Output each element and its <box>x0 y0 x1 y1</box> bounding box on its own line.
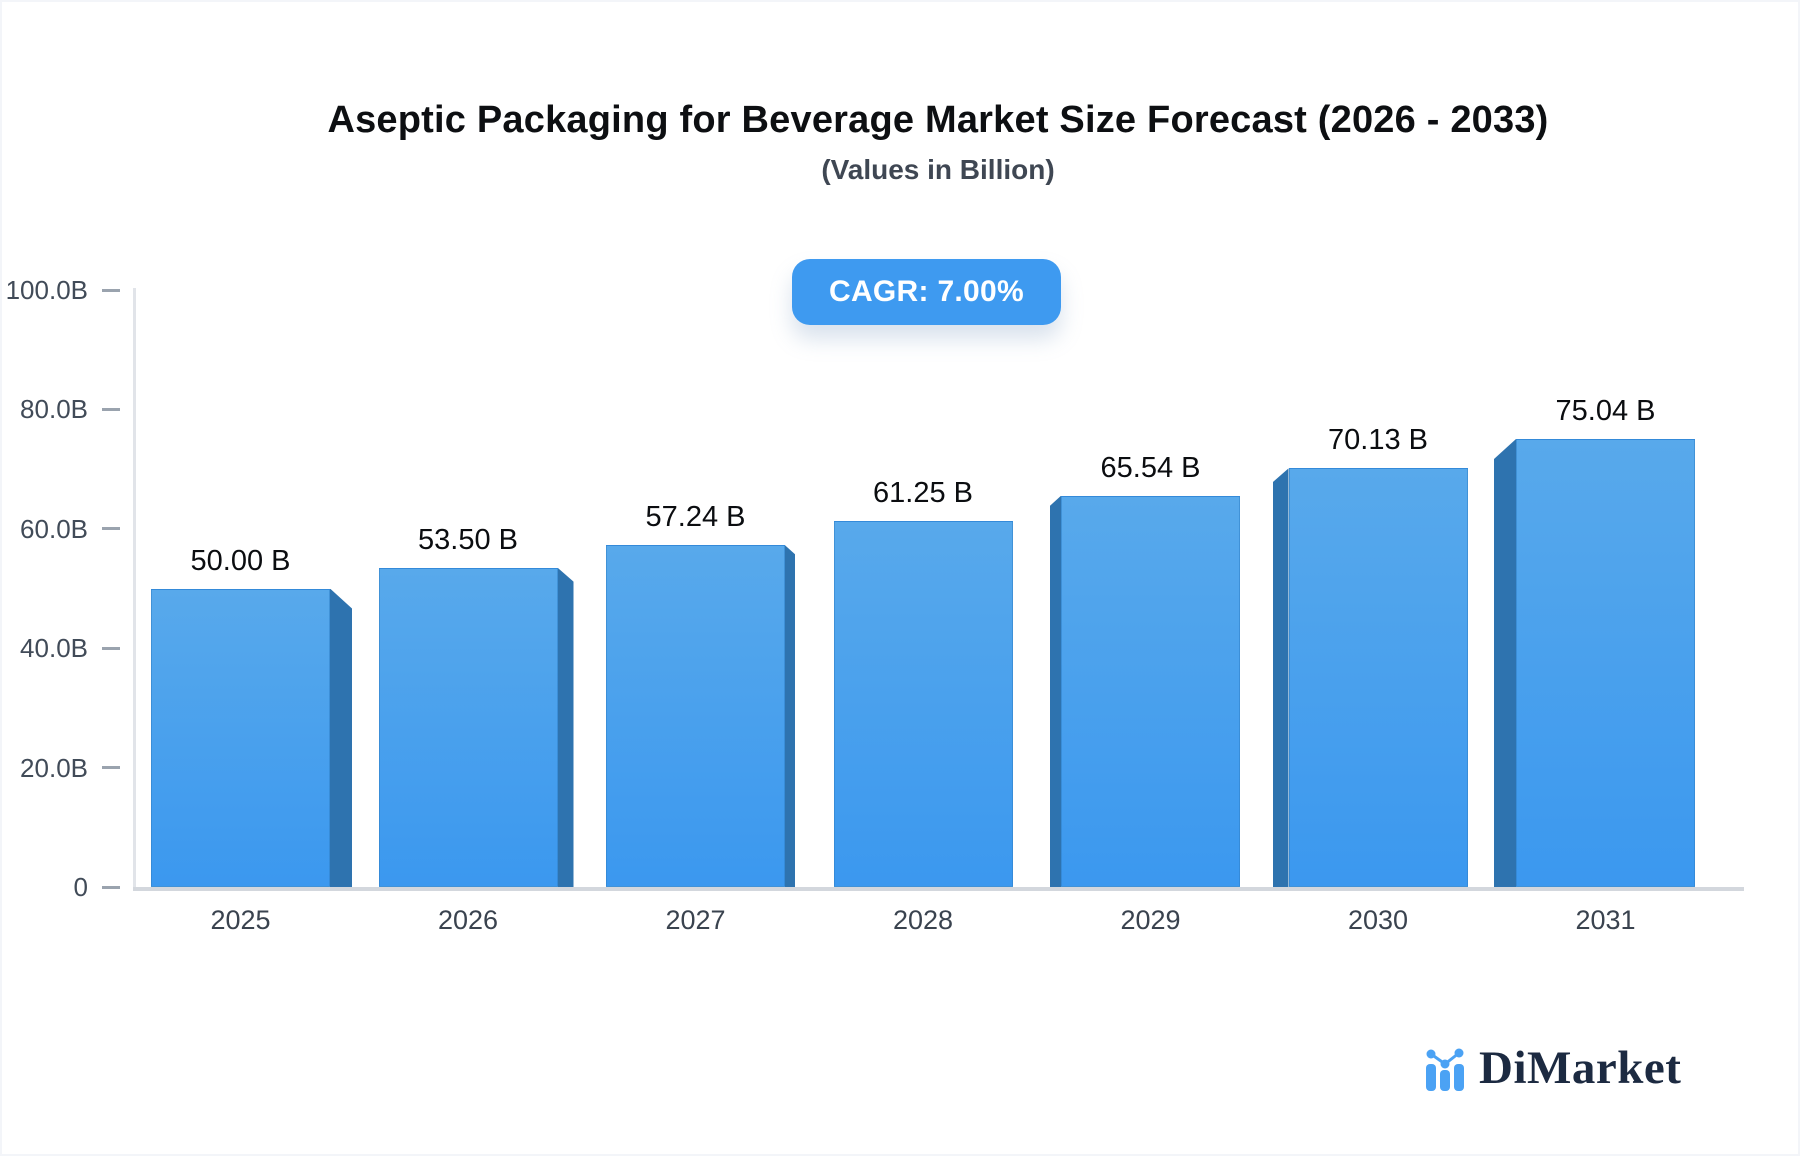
bar-2031[interactable] <box>1516 439 1695 887</box>
x-axis-label-2026: 2026 <box>437 905 499 935</box>
x-axis-label-2025: 2025 <box>210 905 271 935</box>
bar-3d-side-2025 <box>330 588 352 887</box>
bar-2028[interactable] <box>833 521 1013 887</box>
dimarket-logo-icon <box>1426 1048 1464 1091</box>
bar-value-label-2028: 61.25 B <box>873 477 973 510</box>
x-axis-label-2028: 2028 <box>892 905 954 935</box>
y-axis-tick <box>102 288 120 292</box>
chart-title: Aseptic Packaging for Beverage Market Si… <box>327 99 1549 141</box>
y-axis-tick <box>102 885 120 889</box>
y-axis-tick-label: 100.0B <box>5 275 88 305</box>
y-axis-tick-label: 60.0B <box>20 513 88 544</box>
y-axis-tick-label: 80.0B <box>20 394 88 425</box>
bar-value-label-2026: 53.50 B <box>418 523 518 556</box>
brand-logo: DiMarket <box>1424 1042 1681 1092</box>
brand-name: DiMarket <box>1479 1042 1682 1094</box>
y-axis-tick-label: 0 <box>73 872 88 902</box>
chart-canvas: Aseptic Packaging for Beverage Market Si… <box>0 0 1800 1156</box>
bar-value-label-2029: 65.54 B <box>1100 451 1201 484</box>
y-axis-tick-label: 40.0B <box>20 633 88 664</box>
bar-3d-side-2029 <box>1050 495 1061 887</box>
y-axis-line <box>133 288 136 889</box>
x-axis-line <box>133 887 1744 891</box>
bar-value-label-2027: 57.24 B <box>645 501 746 534</box>
x-axis-label-2027: 2027 <box>665 905 726 935</box>
bar-3d-side-2026 <box>557 567 574 887</box>
y-axis-tick <box>102 527 120 531</box>
bar-3d-side-2027 <box>785 545 795 887</box>
x-axis-label-2030: 2030 <box>1347 905 1409 935</box>
bar-2025[interactable] <box>151 588 330 887</box>
bar-2026[interactable] <box>378 567 558 887</box>
bar-3d-side-2031 <box>1494 439 1516 887</box>
y-axis-tick <box>102 407 120 411</box>
bar-2027[interactable] <box>606 545 785 887</box>
chart-subtitle: (Values in Billion) <box>821 154 1055 185</box>
y-axis-tick <box>102 646 120 650</box>
bar-2029[interactable] <box>1061 495 1240 887</box>
y-axis-tick-label: 20.0B <box>20 752 88 783</box>
y-axis-tick <box>102 766 120 770</box>
bar-2030[interactable] <box>1288 468 1468 887</box>
bar-value-label-2030: 70.13 B <box>1328 424 1428 457</box>
x-axis-label-2031: 2031 <box>1575 905 1636 935</box>
bar-3d-side-2030 <box>1272 468 1289 887</box>
bar-value-label-2025: 50.00 B <box>190 544 291 577</box>
x-axis-label-2029: 2029 <box>1120 905 1181 935</box>
bar-value-label-2031: 75.04 B <box>1555 395 1656 427</box>
cagr-badge: CAGR: 7.00% <box>792 259 1061 325</box>
